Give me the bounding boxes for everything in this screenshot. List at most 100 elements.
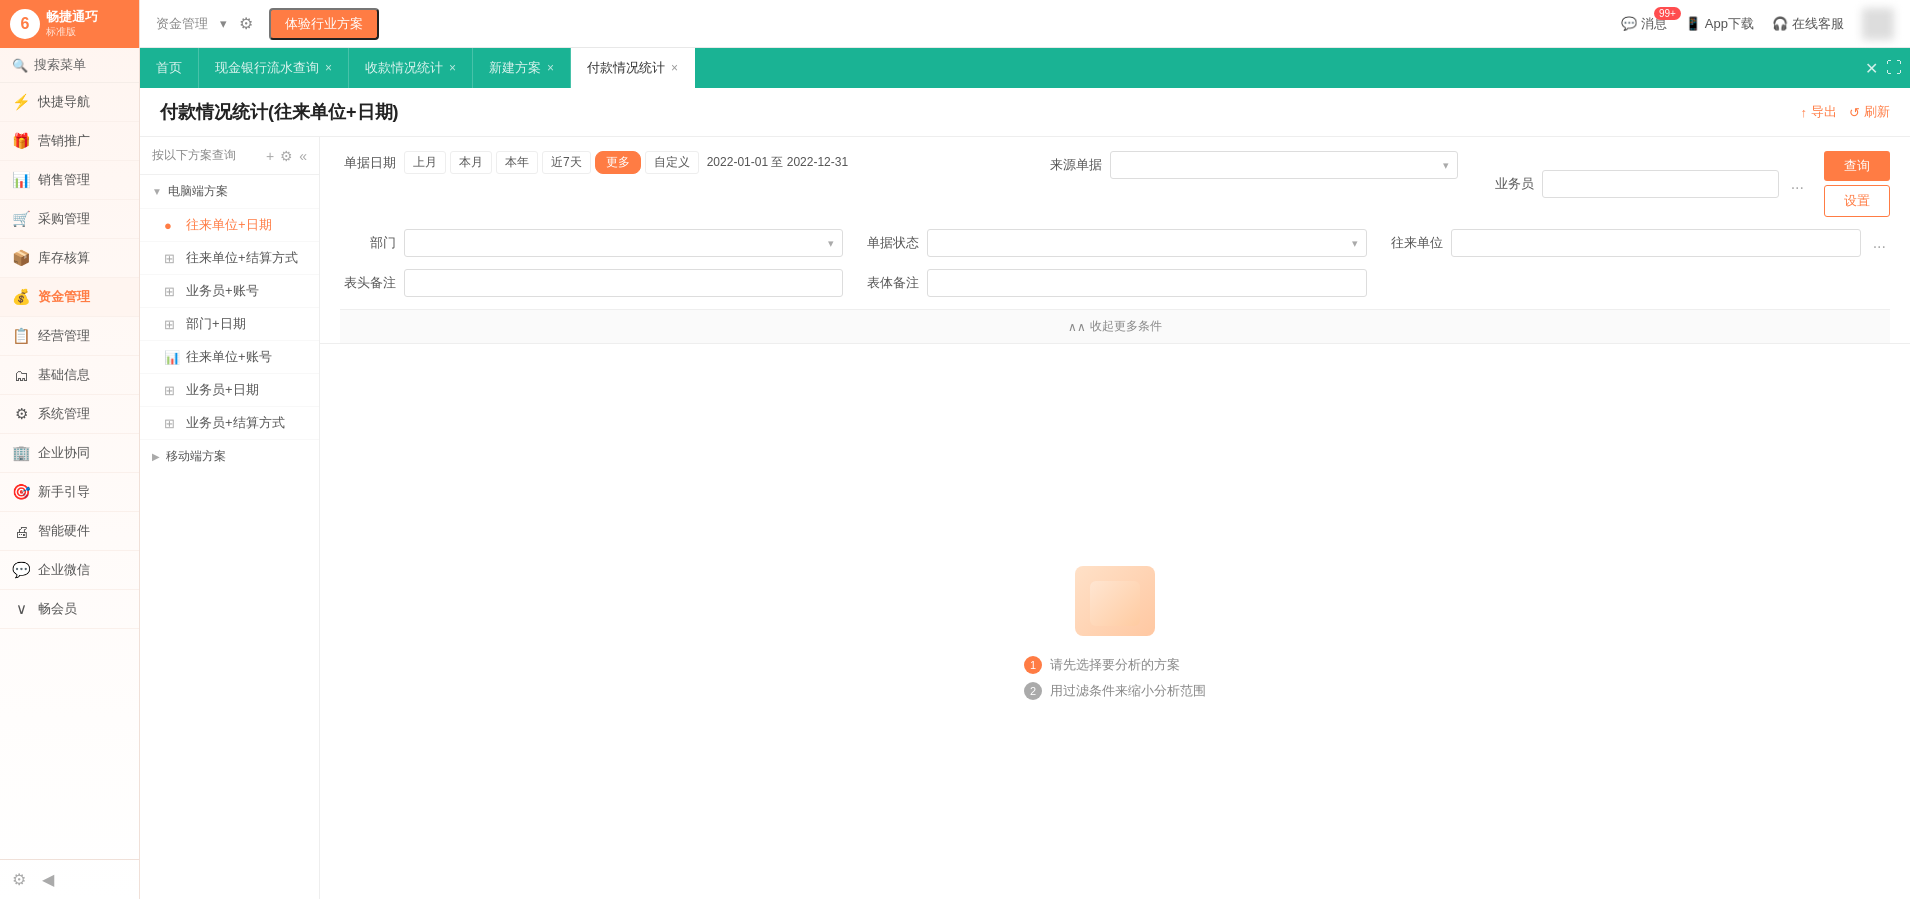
search-menu[interactable]: 🔍 搜索菜单 — [0, 48, 139, 83]
scheme-group-mobile[interactable]: ▶ 移动端方案 — [140, 440, 319, 473]
app-download-btn[interactable]: 📱 App下载 — [1685, 15, 1754, 33]
sidebar-item-operation[interactable]: 📋 经营管理 — [0, 317, 139, 356]
scheme-item-staff-date[interactable]: ⊞ 业务员+日期 — [140, 374, 319, 407]
filter-table-body-note-input[interactable] — [927, 269, 1366, 297]
content-area: 付款情况统计(往来单位+日期) ↑ 导出 ↺ 刷新 按以下方案查询 + — [140, 88, 1910, 899]
sidebar-item-basic[interactable]: 🗂 基础信息 — [0, 356, 139, 395]
filter-source-label: 来源单据 — [1046, 156, 1102, 174]
tab-close-icon[interactable]: × — [325, 61, 332, 75]
scheme-item-label: 往来单位+日期 — [186, 216, 272, 234]
close-all-tabs-icon[interactable]: ✕ — [1865, 59, 1878, 78]
filter-doc-status-select[interactable]: ▾ — [927, 229, 1366, 257]
tabs-bar: 首页 现金银行流水查询 × 收款情况统计 × 新建方案 × 付款情况统计 × ✕… — [140, 48, 1910, 88]
filter-item-counterpart: 往来单位 ... — [1387, 229, 1890, 257]
tab-receivable[interactable]: 收款情况统计 × — [349, 48, 473, 88]
sidebar-item-label: 采购管理 — [38, 210, 90, 228]
date-btn-this-year[interactable]: 本年 — [496, 151, 538, 174]
scheme-item-dept-date[interactable]: ⊞ 部门+日期 — [140, 308, 319, 341]
filter-table-header-note-input[interactable] — [404, 269, 843, 297]
scheme-item-unit-account[interactable]: 📊 往来单位+账号 — [140, 341, 319, 374]
query-btn[interactable]: 查询 — [1824, 151, 1890, 181]
filter-item-date: 单据日期 上月 本月 本年 近7天 更多 自定义 2022-01-01 至 20… — [340, 151, 1026, 174]
app-icon: 📱 — [1685, 16, 1701, 31]
tab-close-icon[interactable]: × — [449, 61, 456, 75]
empty-tips: 1 请先选择要分析的方案 2 用过滤条件来缩小分析范围 — [1024, 656, 1206, 708]
scheme-settings-icon[interactable]: ⚙ — [280, 148, 293, 164]
sidebar-item-label: 新手引导 — [38, 483, 90, 501]
empty-tip-2: 2 用过滤条件来缩小分析范围 — [1024, 682, 1206, 700]
add-scheme-icon[interactable]: + — [266, 148, 274, 164]
filter-salesman-input[interactable] — [1542, 170, 1778, 198]
scheme-item-icon: ⊞ — [164, 284, 180, 299]
sidebar-item-marketing[interactable]: 🎁 营销推广 — [0, 122, 139, 161]
filter-row-2: 部门 ▾ 单据状态 ▾ — [340, 229, 1890, 257]
sidebar-item-hardware[interactable]: 🖨 智能硬件 — [0, 512, 139, 551]
scheme-header-label: 按以下方案查询 — [152, 147, 236, 164]
date-btn-last-month[interactable]: 上月 — [404, 151, 446, 174]
scheme-item-label: 业务员+日期 — [186, 381, 259, 399]
settings-btn[interactable]: 设置 — [1824, 185, 1890, 217]
collapse-more-btn[interactable]: ∧∧ 收起更多条件 — [340, 309, 1890, 343]
scheme-item-active-icon: ● — [164, 218, 180, 233]
sidebar-item-label: 资金管理 — [38, 288, 90, 306]
wechat-icon: 💬 — [12, 561, 30, 579]
mobile-group-arrow-icon: ▶ — [152, 451, 160, 462]
filter-source-select[interactable]: ▾ — [1110, 151, 1458, 179]
sidebar-item-label: 经营管理 — [38, 327, 90, 345]
scheme-item-staff-account[interactable]: ⊞ 业务员+账号 — [140, 275, 319, 308]
notice-btn[interactable]: 💬 消息 99+ — [1621, 15, 1667, 33]
tab-new-scheme[interactable]: 新建方案 × — [473, 48, 571, 88]
filter-item-salesman: 业务员 ... 查询 设置 — [1478, 151, 1890, 217]
filter-counterpart-input[interactable] — [1451, 229, 1861, 257]
tab-payment-stat[interactable]: 付款情况统计 × — [571, 48, 695, 88]
topbar-settings-icon[interactable]: ⚙ — [239, 14, 253, 33]
sidebar-item-guide[interactable]: 🎯 新手引导 — [0, 473, 139, 512]
avatar[interactable]: Rit — [1862, 8, 1894, 40]
collapse-bottom-icon[interactable]: ◀ — [42, 870, 54, 889]
trial-btn[interactable]: 体验行业方案 — [269, 8, 379, 40]
filter-salesman-dots[interactable]: ... — [1787, 175, 1808, 193]
purchase-icon: 🛒 — [12, 210, 30, 228]
expand-tabs-icon[interactable]: ⛶ — [1886, 59, 1902, 77]
topbar: 资金管理 ▾ ⚙ 体验行业方案 💬 消息 99+ 📱 App下载 🎧 在线客服 … — [140, 0, 1910, 48]
tab-cashflow[interactable]: 现金银行流水查询 × — [199, 48, 349, 88]
notice-badge: 99+ — [1654, 7, 1681, 20]
sidebar-nav: ⚡ 快捷导航 🎁 营销推广 📊 销售管理 🛒 采购管理 📦 库存核算 💰 资金管… — [0, 83, 139, 859]
sidebar-item-sales[interactable]: 📊 销售管理 — [0, 161, 139, 200]
scheme-item-unit-date[interactable]: ● 往来单位+日期 — [140, 209, 319, 242]
sidebar-item-wechat[interactable]: 💬 企业微信 — [0, 551, 139, 590]
date-btn-custom[interactable]: 自定义 — [645, 151, 699, 174]
tab-home[interactable]: 首页 — [140, 48, 199, 88]
sales-icon: 📊 — [12, 171, 30, 189]
sidebar-item-purchase[interactable]: 🛒 采购管理 — [0, 200, 139, 239]
scheme-collapse-icon[interactable]: « — [299, 148, 307, 164]
export-btn[interactable]: ↑ 导出 — [1801, 103, 1838, 121]
filter-dept-select[interactable]: ▾ — [404, 229, 843, 257]
sidebar-item-member[interactable]: ∨ 畅会员 — [0, 590, 139, 629]
sidebar-item-enterprise[interactable]: 🏢 企业协同 — [0, 434, 139, 473]
date-btn-7days[interactable]: 近7天 — [542, 151, 591, 174]
logo-sub: 标准版 — [46, 25, 98, 39]
sidebar-item-capital[interactable]: 💰 资金管理 — [0, 278, 139, 317]
sidebar-item-quick-nav[interactable]: ⚡ 快捷导航 — [0, 83, 139, 122]
filter-salesman-label: 业务员 — [1478, 175, 1534, 193]
scheme-panel: 按以下方案查询 + ⚙ « ▼ 电脑端方案 ● 往来单位+日期 — [140, 137, 320, 899]
workspace: 按以下方案查询 + ⚙ « ▼ 电脑端方案 ● 往来单位+日期 — [140, 137, 1910, 899]
date-btn-more[interactable]: 更多 — [595, 151, 641, 174]
online-service-btn[interactable]: 🎧 在线客服 — [1772, 15, 1844, 33]
topbar-dropdown[interactable]: ▾ — [220, 16, 227, 31]
tab-close-icon[interactable]: × — [547, 61, 554, 75]
sidebar-item-system[interactable]: ⚙ 系统管理 — [0, 395, 139, 434]
filter-counterpart-dots[interactable]: ... — [1869, 234, 1890, 252]
scheme-item-unit-settle[interactable]: ⊞ 往来单位+结算方式 — [140, 242, 319, 275]
scheme-item-label: 往来单位+账号 — [186, 348, 272, 366]
date-btn-this-month[interactable]: 本月 — [450, 151, 492, 174]
scheme-item-label: 业务员+结算方式 — [186, 414, 285, 432]
refresh-btn[interactable]: ↺ 刷新 — [1849, 103, 1890, 121]
sidebar-item-inventory[interactable]: 📦 库存核算 — [0, 239, 139, 278]
sidebar-item-label: 销售管理 — [38, 171, 90, 189]
scheme-item-staff-settle[interactable]: ⊞ 业务员+结算方式 — [140, 407, 319, 440]
scheme-group-desktop-title[interactable]: ▼ 电脑端方案 — [140, 175, 319, 209]
tab-close-icon[interactable]: × — [671, 61, 678, 75]
settings-bottom-icon[interactable]: ⚙ — [12, 870, 26, 889]
